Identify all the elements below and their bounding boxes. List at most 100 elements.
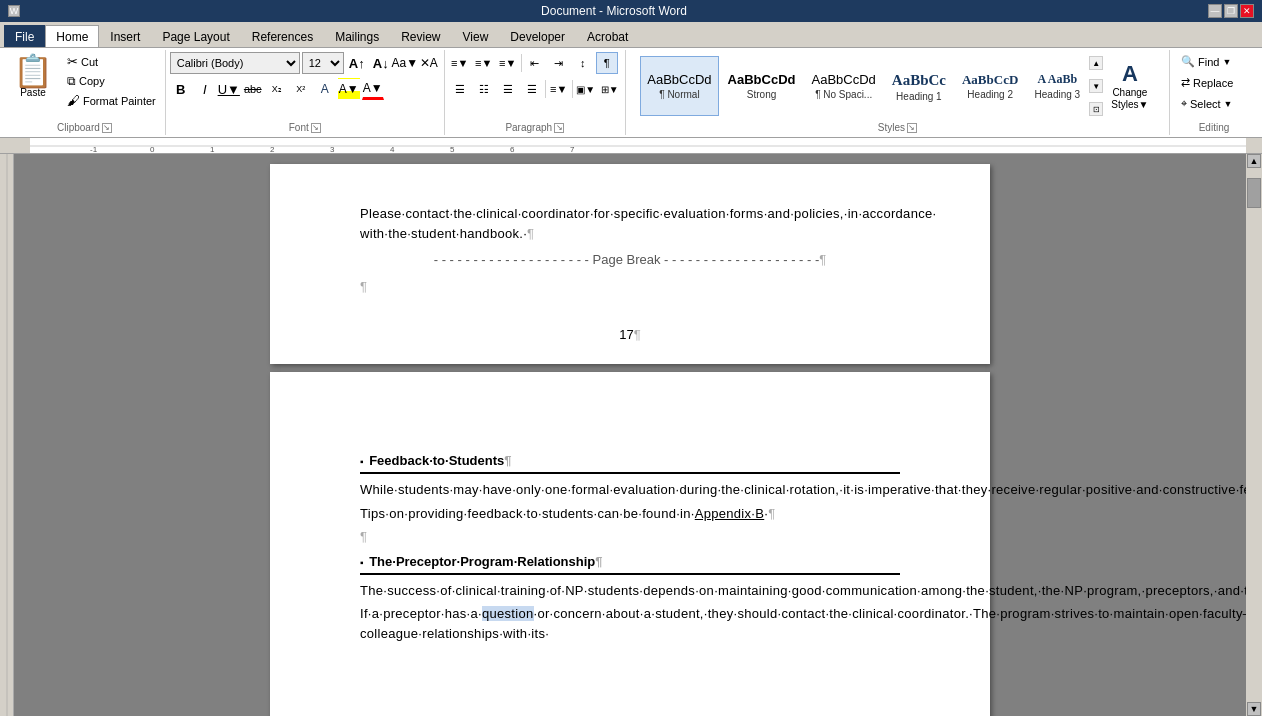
tab-mailings[interactable]: Mailings: [324, 25, 390, 47]
replace-button[interactable]: ⇄ Replace: [1174, 73, 1254, 92]
change-styles-button[interactable]: A ChangeStyles▼: [1105, 59, 1154, 113]
italic-button[interactable]: I: [194, 78, 216, 100]
shading-button[interactable]: ▣▼: [575, 78, 597, 100]
style-heading1-button[interactable]: AaBbCc Heading 1: [885, 56, 953, 116]
cut-button[interactable]: ✂ Cut: [62, 52, 161, 71]
show-hide-button[interactable]: ¶: [596, 52, 618, 74]
tab-acrobat[interactable]: Acrobat: [576, 25, 639, 47]
tab-developer[interactable]: Developer: [499, 25, 576, 47]
tab-review[interactable]: Review: [390, 25, 451, 47]
title-bar: W Document - Microsoft Word — ❐ ✕: [0, 0, 1262, 22]
tab-view[interactable]: View: [452, 25, 500, 47]
style-heading2-label: Heading 2: [967, 89, 1013, 100]
styles-scroll-up[interactable]: ▲: [1089, 56, 1103, 70]
font-color-button[interactable]: A▼: [362, 78, 384, 100]
bold-button[interactable]: B: [170, 78, 192, 100]
scroll-track[interactable]: [1247, 168, 1261, 702]
clipboard-expander[interactable]: ↘: [102, 123, 112, 133]
tab-references[interactable]: References: [241, 25, 324, 47]
find-dropdown-icon: ▼: [1222, 57, 1231, 67]
document-area-wrapper: Please·contact·the·clinical·coordinator·…: [0, 154, 1262, 716]
style-normal-label: ¶ Normal: [659, 89, 699, 100]
preceptor-body2: If·a·preceptor·has·a·question·or·concern…: [360, 604, 900, 643]
font-size-select[interactable]: 12: [302, 52, 344, 74]
multilevel-button[interactable]: ≡▼: [497, 52, 519, 74]
font-expander[interactable]: ↘: [311, 123, 321, 133]
style-normal-preview: AaBbCcDd: [647, 72, 711, 88]
find-button[interactable]: 🔍 Find ▼: [1174, 52, 1254, 71]
bullets-button[interactable]: ≡▼: [449, 52, 471, 74]
feedback-section: ▪ Feedback·to·Students¶ While·students·m…: [360, 452, 900, 547]
replace-label: Replace: [1193, 77, 1233, 89]
styles-scroll: ▲ ▼ ⊡: [1089, 56, 1103, 116]
scroll-up-button[interactable]: ▲: [1247, 154, 1261, 168]
find-label: Find: [1198, 56, 1219, 68]
cut-icon: ✂: [67, 54, 78, 69]
ruler-scale: -1 0 1 2 3 4 5 6 7: [30, 138, 1246, 153]
style-heading2-preview: AaBbCcD: [962, 72, 1018, 88]
strikethrough-button[interactable]: abc: [242, 78, 264, 100]
preceptor-section: ▪ The·Preceptor·Program·Relationship¶ Th…: [360, 553, 900, 644]
paste-button[interactable]: 📋 Paste: [8, 52, 58, 120]
tab-home[interactable]: Home: [45, 25, 99, 47]
document-scroll-area[interactable]: Please·contact·the·clinical·coordinator·…: [14, 154, 1246, 716]
font-name-select[interactable]: Calibri (Body): [170, 52, 300, 74]
paragraph-group-label: Paragraph: [505, 122, 552, 133]
scroll-thumb[interactable]: [1247, 178, 1261, 208]
text-highlight-button[interactable]: A▼: [338, 78, 360, 100]
tab-page-layout[interactable]: Page Layout: [151, 25, 240, 47]
change-styles-icon: A: [1122, 61, 1138, 87]
sort-button[interactable]: ↕: [572, 52, 594, 74]
style-strong-button[interactable]: AaBbCcDd Strong: [721, 56, 803, 116]
paste-icon: 📋: [13, 55, 53, 87]
tab-file[interactable]: File: [4, 25, 45, 47]
vertical-ruler: [0, 154, 14, 716]
styles-scroll-down[interactable]: ▼: [1089, 79, 1103, 93]
text-effects-button[interactable]: A: [314, 78, 336, 100]
format-painter-button[interactable]: 🖌 Format Painter: [62, 91, 161, 110]
tab-insert[interactable]: Insert: [99, 25, 151, 47]
align-right-button[interactable]: ☰: [497, 78, 519, 100]
style-heading1-label: Heading 1: [896, 91, 942, 102]
ribbon-tabs: File Home Insert Page Layout References …: [0, 22, 1262, 48]
svg-text:7: 7: [570, 145, 575, 153]
svg-text:1: 1: [210, 145, 215, 153]
styles-expander[interactable]: ↘: [907, 123, 917, 133]
style-heading2-button[interactable]: AaBbCcD Heading 2: [955, 56, 1025, 116]
line-spacing-button[interactable]: ≡▼: [548, 78, 570, 100]
subscript-button[interactable]: X₂: [266, 78, 288, 100]
clear-formatting-button[interactable]: ✕A: [418, 52, 440, 74]
font-shrink-button[interactable]: A↓: [370, 52, 392, 74]
change-case-button[interactable]: Aa▼: [394, 52, 416, 74]
style-no-spacing-button[interactable]: AaBbCcDd ¶ No Spaci...: [805, 56, 883, 116]
close-button[interactable]: ✕: [1240, 4, 1254, 18]
select-icon: ⌖: [1181, 97, 1187, 110]
svg-text:0: 0: [150, 145, 155, 153]
page1-text: Please·contact·the·clinical·coordinator·…: [360, 204, 900, 243]
borders-button[interactable]: ⊞▼: [599, 78, 621, 100]
align-center-button[interactable]: ☷: [473, 78, 495, 100]
minimize-button[interactable]: —: [1208, 4, 1222, 18]
paragraph-expander[interactable]: ↘: [554, 123, 564, 133]
styles-more[interactable]: ⊡: [1089, 102, 1103, 116]
svg-text:5: 5: [450, 145, 455, 153]
font-grow-button[interactable]: A↑: [346, 52, 368, 74]
copy-button[interactable]: ⧉ Copy: [62, 72, 161, 90]
decrease-indent-button[interactable]: ⇤: [524, 52, 546, 74]
style-normal-button[interactable]: AaBbCcDd ¶ Normal: [640, 56, 718, 116]
page1-number: 17¶: [619, 326, 640, 344]
vertical-scrollbar[interactable]: ▲ ▼: [1246, 154, 1262, 716]
align-left-button[interactable]: ☰: [449, 78, 471, 100]
superscript-button[interactable]: X²: [290, 78, 312, 100]
editing-group-label: Editing: [1199, 122, 1230, 133]
scroll-down-button[interactable]: ▼: [1247, 702, 1261, 716]
justify-button[interactable]: ☰: [521, 78, 543, 100]
style-heading3-button[interactable]: A AaBb Heading 3: [1027, 56, 1087, 116]
increase-indent-button[interactable]: ⇥: [548, 52, 570, 74]
ribbon-group-paragraph: ≡▼ ≡▼ ≡▼ ⇤ ⇥ ↕ ¶ ☰ ☷ ☰ ☰ ≡▼ ▣▼ ⊞▼: [445, 50, 626, 135]
restore-button[interactable]: ❐: [1224, 4, 1238, 18]
window-icon: W: [8, 5, 20, 17]
select-button[interactable]: ⌖ Select ▼: [1174, 94, 1254, 113]
underline-button[interactable]: U▼: [218, 78, 240, 100]
numbering-button[interactable]: ≡▼: [473, 52, 495, 74]
